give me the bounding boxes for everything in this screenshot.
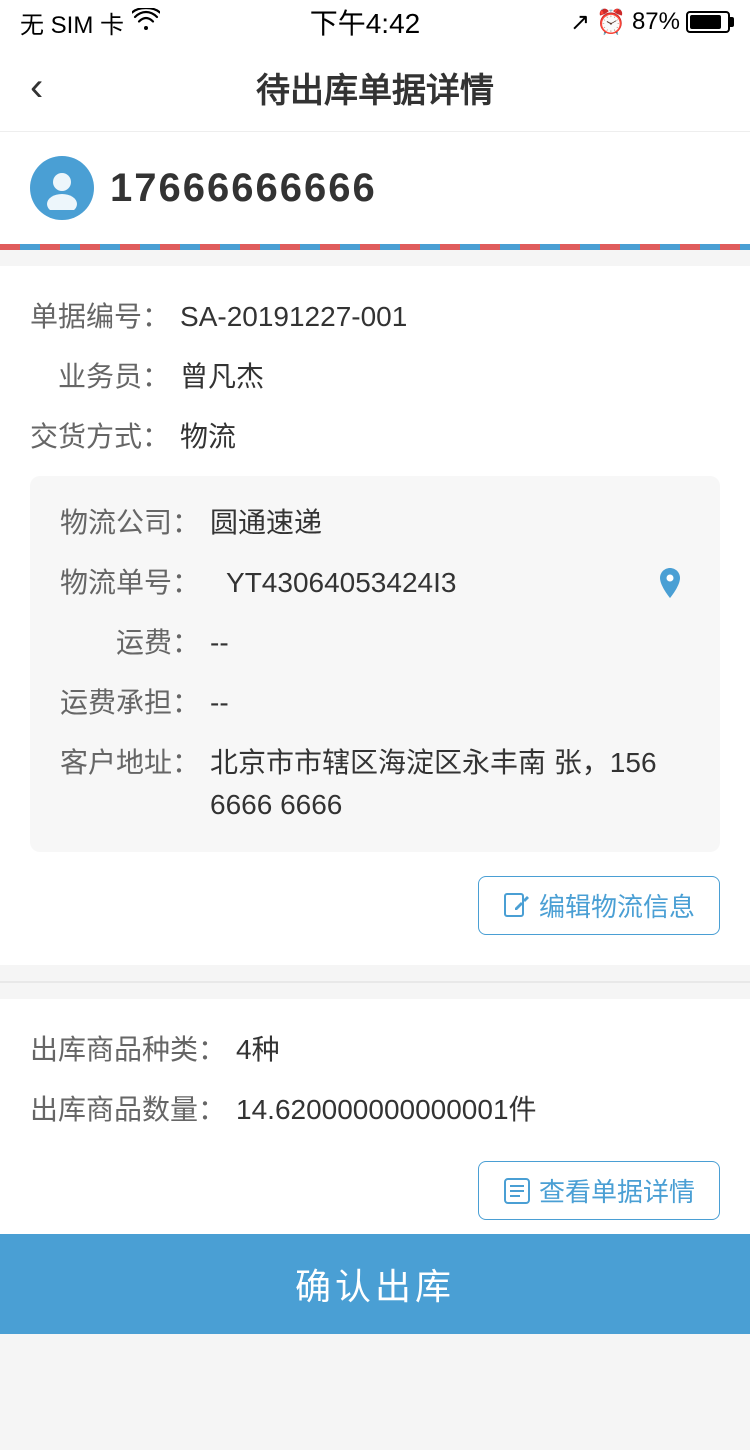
- wifi-icon: [132, 8, 160, 37]
- goods-quantity-label: 出库商品数量：: [30, 1089, 226, 1131]
- tracking-label: 物流单号：: [60, 562, 200, 604]
- delivery-value: 物流: [180, 416, 720, 458]
- location-icon[interactable]: [650, 563, 690, 603]
- salesman-label: 业务员：: [30, 356, 170, 398]
- battery-percent: 87%: [632, 8, 680, 36]
- logistics-company-label: 物流公司：: [60, 502, 200, 544]
- status-carrier: 无 SIM 卡: [20, 5, 160, 40]
- salesman-value: 曾凡杰: [180, 356, 720, 398]
- freight-bearer-row: 运费承担： --: [60, 682, 690, 724]
- section-divider: [0, 981, 750, 983]
- goods-quantity-row: 出库商品数量： 14.620000000000001件: [30, 1089, 720, 1131]
- tracking-row: 物流单号： YT43064053424I3: [60, 562, 690, 604]
- user-header: 17666666666: [0, 132, 750, 244]
- goods-section: 出库商品种类： 4种 出库商品数量： 14.620000000000001件 查…: [0, 999, 750, 1250]
- edit-icon: [503, 892, 531, 920]
- delivery-row: 交货方式： 物流: [30, 416, 720, 458]
- user-phone: 17666666666: [110, 166, 377, 211]
- carrier-text: 无 SIM 卡: [20, 5, 124, 40]
- logistics-company-value: 圆通速递: [210, 502, 690, 544]
- edit-btn-row: 编辑物流信息: [30, 876, 720, 935]
- goods-type-label: 出库商品种类：: [30, 1029, 226, 1071]
- page-title: 待出库单据详情: [256, 63, 494, 112]
- order-number-value: SA-20191227-001: [180, 296, 720, 338]
- order-number-label: 单据编号：: [30, 296, 170, 338]
- battery-fill: [690, 15, 721, 29]
- goods-type-value: 4种: [236, 1029, 720, 1071]
- location-indicator: ↗: [570, 8, 590, 37]
- freight-value: --: [210, 622, 690, 664]
- status-bar: 无 SIM 卡 下午4:42 ↗ ⏰ 87%: [0, 0, 750, 44]
- goods-quantity-value: 14.620000000000001件: [236, 1089, 720, 1131]
- salesman-row: 业务员： 曾凡杰: [30, 356, 720, 398]
- status-indicators: ↗ ⏰ 87%: [570, 8, 730, 37]
- status-time: 下午4:42: [310, 2, 421, 42]
- confirm-button[interactable]: 确认出库: [0, 1234, 750, 1334]
- view-btn-row: 查看单据详情: [30, 1161, 720, 1220]
- list-icon: [503, 1177, 531, 1205]
- alarm-indicator: ⏰: [596, 8, 626, 37]
- address-value: 北京市市辖区海淀区永丰南 张，156 6666 6666: [210, 742, 690, 826]
- order-info-section: 单据编号： SA-20191227-001 业务员： 曾凡杰 交货方式： 物流 …: [0, 266, 750, 965]
- dashed-divider: [0, 244, 750, 250]
- nav-bar: ‹ 待出库单据详情: [0, 44, 750, 132]
- confirm-button-label: 确认出库: [295, 1258, 455, 1310]
- view-details-button[interactable]: 查看单据详情: [478, 1161, 720, 1220]
- logistics-company-row: 物流公司： 圆通速递: [60, 502, 690, 544]
- tracking-value: YT43064053424I3: [226, 562, 634, 604]
- delivery-label: 交货方式：: [30, 416, 170, 458]
- back-button[interactable]: ‹: [30, 65, 43, 110]
- freight-label: 运费：: [60, 622, 200, 664]
- freight-bearer-value: --: [210, 682, 690, 724]
- avatar: [30, 156, 94, 220]
- freight-row: 运费： --: [60, 622, 690, 664]
- edit-logistics-button[interactable]: 编辑物流信息: [478, 876, 720, 935]
- edit-logistics-label: 编辑物流信息: [539, 887, 695, 924]
- battery-icon: [686, 11, 730, 33]
- logistics-section: 物流公司： 圆通速递 物流单号： YT43064053424I3 运费： -- …: [30, 476, 720, 852]
- view-details-label: 查看单据详情: [539, 1172, 695, 1209]
- address-label: 客户地址：: [60, 742, 200, 784]
- freight-bearer-label: 运费承担：: [60, 682, 200, 724]
- goods-type-row: 出库商品种类： 4种: [30, 1029, 720, 1071]
- address-row: 客户地址： 北京市市辖区海淀区永丰南 张，156 6666 6666: [60, 742, 690, 826]
- order-number-row: 单据编号： SA-20191227-001: [30, 296, 720, 338]
